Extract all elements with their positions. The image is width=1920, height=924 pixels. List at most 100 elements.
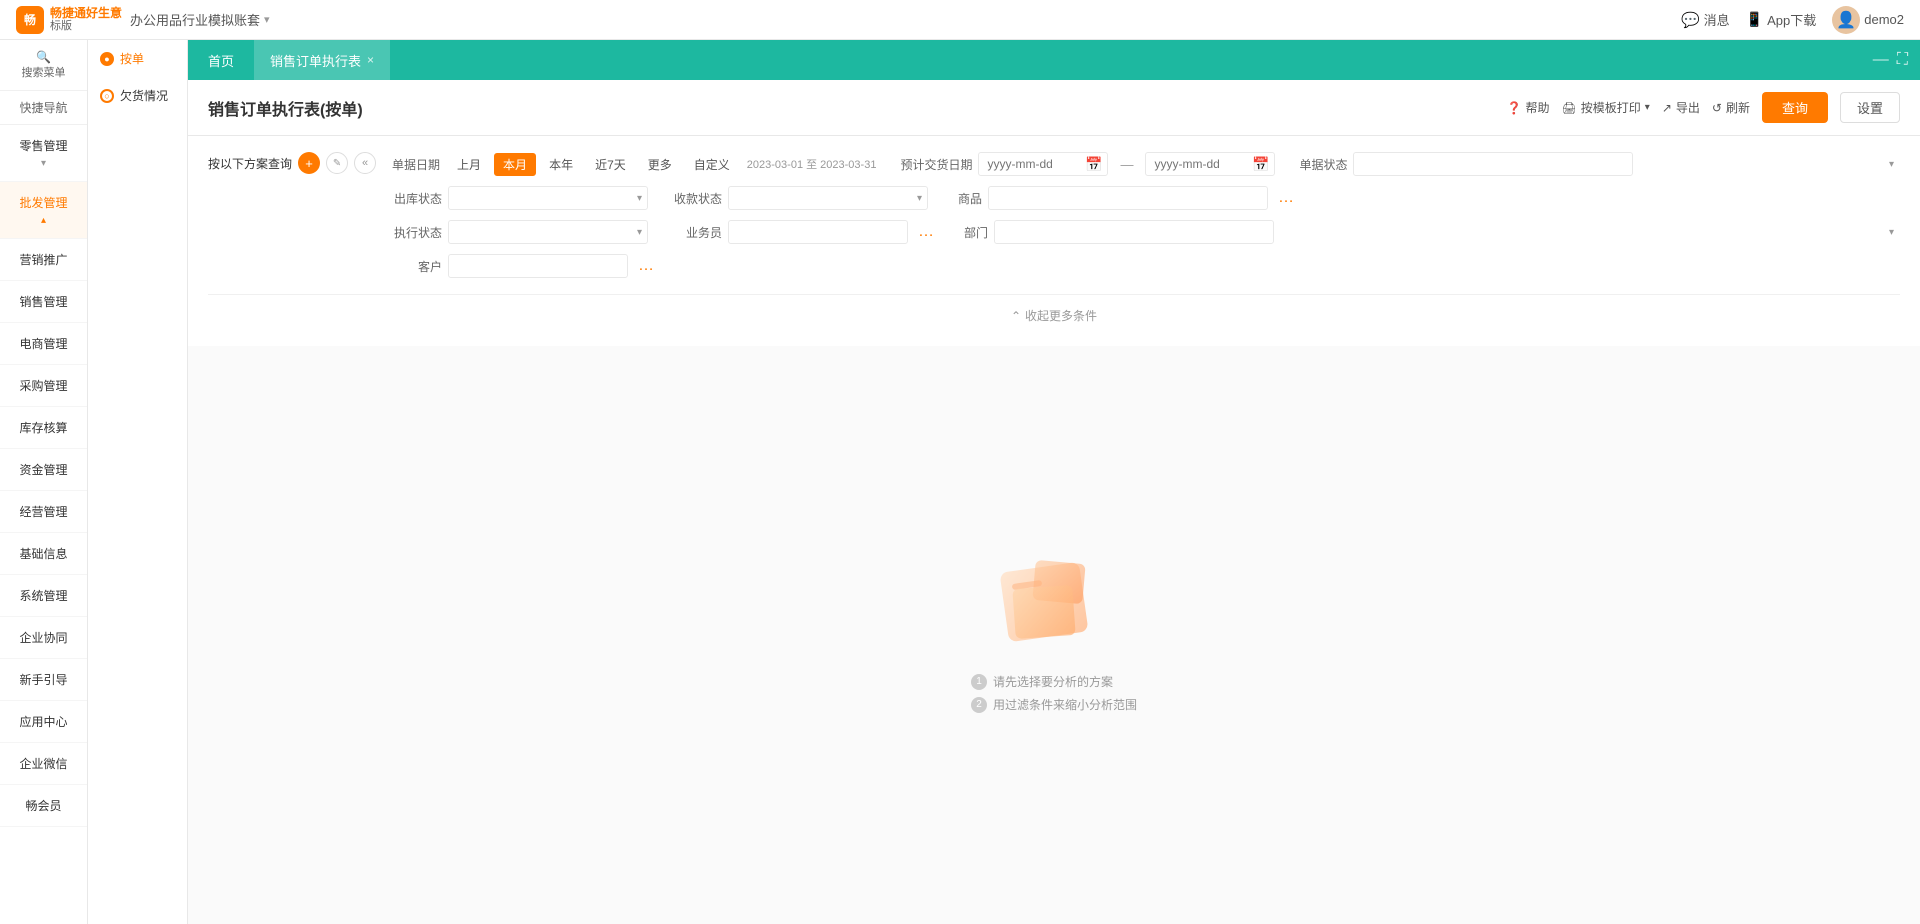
edit-scheme-button[interactable]: ✎ xyxy=(326,152,348,174)
sidebar-item-system[interactable]: 系统管理 xyxy=(0,575,87,617)
app-download-button[interactable]: 📱 App下载 xyxy=(1746,10,1817,29)
sidebar-item-wholesale[interactable]: 批发管理 ▴ xyxy=(0,182,87,239)
empty-tip-1: 1 请先选择要分析的方案 xyxy=(971,673,1137,690)
empty-tips: 1 请先选择要分析的方案 2 用过滤条件来缩小分析范围 xyxy=(971,673,1137,713)
refresh-button[interactable]: ↺ 刷新 xyxy=(1712,99,1750,116)
status-select-wrap: ▾ xyxy=(1353,152,1900,176)
collect-status-select[interactable] xyxy=(728,186,928,210)
status-arrow-icon: ▾ xyxy=(1889,159,1894,170)
empty-tip-2: 2 用过滤条件来缩小分析范围 xyxy=(971,696,1137,713)
settings-button[interactable]: 设置 xyxy=(1840,92,1900,123)
status-filter: 单据状态 ▾ xyxy=(1299,152,1900,176)
sub-sidebar-item-backorder[interactable]: ○ 欠货情况 xyxy=(88,77,187,114)
print-icon: 🖨 xyxy=(1562,101,1577,115)
tip-num-2: 2 xyxy=(971,697,987,713)
date-btn-this-year[interactable]: 本年 xyxy=(540,153,582,176)
date-filter-group: 单据日期 上月 本月 本年 近7天 更多 自定义 2023-03-01 至 20… xyxy=(392,153,876,176)
date-btn-custom[interactable]: 自定义 xyxy=(685,153,739,176)
dept-arrow-icon: ▾ xyxy=(1889,227,1894,238)
sidebar-item-ecommerce[interactable]: 电商管理 xyxy=(0,323,87,365)
goods-more-icon[interactable]: … xyxy=(1278,189,1294,207)
collect-status-label: 收款状态 xyxy=(672,190,722,207)
status-label: 单据状态 xyxy=(1299,156,1347,173)
exec-status-wrap: ▾ xyxy=(448,220,648,244)
active-dot: ● xyxy=(100,52,114,66)
download-icon: 📱 xyxy=(1746,11,1763,28)
sidebar-item-wechat[interactable]: 企业微信 xyxy=(0,743,87,785)
dept-filter: 部门 ▾ xyxy=(958,220,1900,244)
salesperson-filter: 业务员 … xyxy=(672,220,934,244)
help-icon: ❓ xyxy=(1507,101,1522,115)
date-btn-last-month[interactable]: 上月 xyxy=(448,153,490,176)
tip-num-1: 1 xyxy=(971,674,987,690)
add-scheme-button[interactable]: + xyxy=(298,152,320,174)
exec-status-select[interactable] xyxy=(448,220,648,244)
out-status-wrap: ▾ xyxy=(448,186,648,210)
sidebar-item-finance[interactable]: 资金管理 xyxy=(0,449,87,491)
tab-current[interactable]: 销售订单执行表 × xyxy=(254,40,390,80)
chevron-up-icon: ▴ xyxy=(41,215,46,226)
customer-filter: 客户 … xyxy=(392,254,654,278)
top-bar-title[interactable]: 办公用品行业模拟账套 ▾ xyxy=(130,10,270,29)
sidebar-item-collab[interactable]: 企业协同 xyxy=(0,617,87,659)
print-arrow-icon: ▾ xyxy=(1645,102,1650,113)
calendar-from-icon: 📅 xyxy=(1085,156,1102,173)
filter-section-label: 按以下方案查询 xyxy=(208,155,292,172)
goods-filter: 商品 … xyxy=(952,186,1900,210)
query-button[interactable]: 查询 xyxy=(1762,92,1828,123)
export-button[interactable]: ↗ 导出 xyxy=(1662,99,1700,116)
out-status-filter: 出库状态 ▾ xyxy=(392,186,648,210)
collapse-button[interactable]: ⌃ 收起更多条件 xyxy=(1005,301,1103,330)
dept-select[interactable] xyxy=(994,220,1274,244)
collapse-bar: ⌃ 收起更多条件 xyxy=(208,294,1900,330)
expected-date-filter: 预计交货日期 📅 — 📅 xyxy=(900,152,1275,176)
tab-maximize-icon[interactable]: ⛶ xyxy=(1897,51,1908,69)
page-header: 销售订单执行表(按单) ❓ 帮助 🖨 按模板打印 ▾ ↗ 导出 xyxy=(188,80,1920,136)
quick-nav[interactable]: 快捷导航 xyxy=(0,91,87,125)
sidebar-item-inventory[interactable]: 库存核算 xyxy=(0,407,87,449)
empty-state: 1 请先选择要分析的方案 2 用过滤条件来缩小分析范围 xyxy=(971,557,1137,713)
date-btn-7days[interactable]: 近7天 xyxy=(586,153,635,176)
sidebar: 🔍 搜索菜单 快捷导航 零售管理 ▾ 批发管理 ▴ 营销推广 销售管理 电商管理 xyxy=(0,40,88,924)
date-btn-this-month[interactable]: 本月 xyxy=(494,153,536,176)
sidebar-item-purchase[interactable]: 采购管理 xyxy=(0,365,87,407)
sidebar-item-newuser[interactable]: 新手引导 xyxy=(0,659,87,701)
message-button[interactable]: 💬 消息 xyxy=(1681,10,1730,29)
sidebar-item-basic[interactable]: 基础信息 xyxy=(0,533,87,575)
status-select[interactable] xyxy=(1353,152,1633,176)
search-icon: 🔍 xyxy=(36,50,51,64)
sidebar-item-retail[interactable]: 零售管理 ▾ xyxy=(0,125,87,182)
search-menu[interactable]: 🔍 搜索菜单 xyxy=(0,40,87,91)
tab-close-icon[interactable]: × xyxy=(367,53,374,67)
out-status-label: 出库状态 xyxy=(392,190,442,207)
tab-home[interactable]: 首页 xyxy=(188,40,254,80)
goods-input[interactable] xyxy=(988,186,1268,210)
sub-sidebar-item-order[interactable]: ● 按单 xyxy=(88,40,187,77)
sidebar-item-member[interactable]: 畅会员 xyxy=(0,785,87,827)
user-menu[interactable]: 👤 demo2 xyxy=(1832,6,1904,34)
collapse-scheme-button[interactable]: « xyxy=(354,152,376,174)
collapse-icon: ⌃ xyxy=(1011,309,1021,323)
date-to-wrapper: 📅 xyxy=(1145,152,1275,176)
customer-more-icon[interactable]: … xyxy=(638,257,654,275)
sidebar-item-marketing[interactable]: 营销推广 xyxy=(0,239,87,281)
inactive-dot: ○ xyxy=(100,89,114,103)
filter-area: 按以下方案查询 + ✎ « 单据日期 上月 xyxy=(188,136,1920,346)
page-title: 销售订单执行表(按单) xyxy=(208,96,363,120)
sidebar-item-appstore[interactable]: 应用中心 xyxy=(0,701,87,743)
top-bar-right: 💬 消息 📱 App下载 👤 demo2 xyxy=(1681,6,1904,34)
salesperson-more-icon[interactable]: … xyxy=(918,223,934,241)
empty-illustration xyxy=(994,557,1114,657)
salesperson-input[interactable] xyxy=(728,220,908,244)
help-button[interactable]: ❓ 帮助 xyxy=(1507,99,1550,116)
sidebar-item-operation[interactable]: 经营管理 xyxy=(0,491,87,533)
date-btn-more[interactable]: 更多 xyxy=(639,153,681,176)
print-button[interactable]: 🖨 按模板打印 ▾ xyxy=(1562,99,1650,116)
out-status-select[interactable] xyxy=(448,186,648,210)
message-icon: 💬 xyxy=(1681,11,1700,29)
customer-input[interactable] xyxy=(448,254,628,278)
logo-text: 畅捷通好生意 标版 xyxy=(50,6,122,34)
sidebar-item-sales[interactable]: 销售管理 xyxy=(0,281,87,323)
date-label: 单据日期 xyxy=(392,156,440,173)
tab-minimize-icon[interactable]: — xyxy=(1873,51,1889,69)
